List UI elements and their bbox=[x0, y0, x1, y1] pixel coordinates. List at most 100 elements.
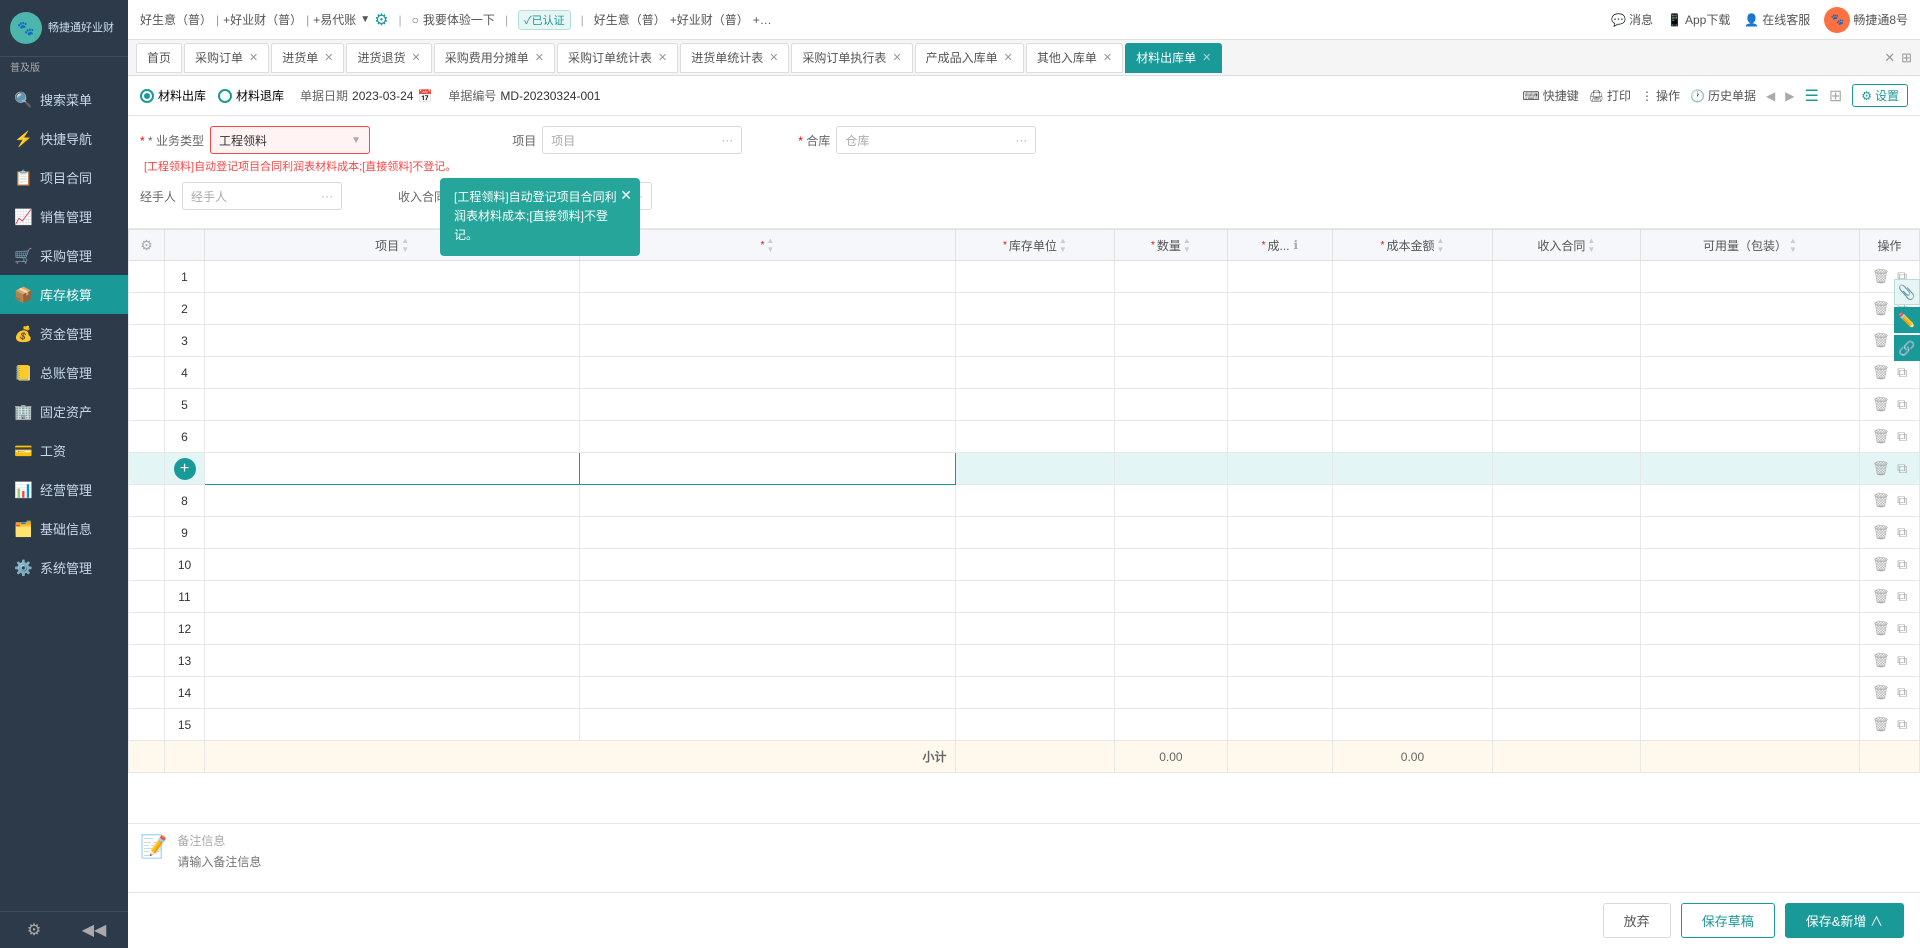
row-copy-btn-12[interactable]: ⧉ bbox=[1895, 618, 1909, 639]
topbar-user[interactable]: 🐾 畅捷通8号 bbox=[1824, 7, 1908, 33]
history-btn[interactable]: 🕐 历史单据 bbox=[1690, 87, 1756, 104]
add-row-btn[interactable]: + bbox=[174, 458, 196, 480]
row-13-quantity[interactable] bbox=[1115, 645, 1227, 677]
row-2-income-contract[interactable] bbox=[1492, 293, 1640, 325]
row-6-cost[interactable] bbox=[1227, 421, 1333, 453]
row-15-unit[interactable] bbox=[955, 709, 1115, 741]
row-12-available[interactable] bbox=[1640, 613, 1859, 645]
row-delete-btn-12[interactable]: 🗑 bbox=[1870, 618, 1892, 639]
tab-purchase-order-close[interactable]: ✕ bbox=[249, 51, 258, 64]
row-2-quantity[interactable] bbox=[1115, 293, 1227, 325]
row-9-quantity[interactable] bbox=[1115, 517, 1227, 549]
row-14-available[interactable] bbox=[1640, 677, 1859, 709]
row-9-cost-amount[interactable] bbox=[1333, 517, 1493, 549]
topbar-gear-icon[interactable]: ⚙ bbox=[374, 10, 388, 30]
sidebar-item-salary[interactable]: 💳工资 bbox=[0, 431, 128, 470]
tab-home[interactable]: 首页 bbox=[136, 43, 182, 73]
th-settings[interactable]: ⚙ bbox=[129, 230, 165, 261]
topbar-product-2[interactable]: +好业财（普） bbox=[670, 11, 749, 28]
right-float-btn-2[interactable]: 🔗 bbox=[1894, 335, 1920, 361]
row-13-unit[interactable] bbox=[955, 645, 1115, 677]
row-14-quantity[interactable] bbox=[1115, 677, 1227, 709]
row-14-cost-amount[interactable] bbox=[1333, 677, 1493, 709]
tab-goods-stats[interactable]: 进货单统计表 ✕ bbox=[680, 43, 789, 73]
row-5-cost-amount[interactable] bbox=[1333, 389, 1493, 421]
tab-product-in[interactable]: 产成品入库单 ✕ bbox=[915, 43, 1024, 73]
tab-order-exec-close[interactable]: ✕ bbox=[892, 51, 901, 64]
row-8-quantity[interactable] bbox=[1115, 485, 1227, 517]
row-4-project[interactable] bbox=[205, 357, 580, 389]
row-copy-btn-13[interactable]: ⧉ bbox=[1895, 650, 1909, 671]
save-draft-button[interactable]: 保存草稿 bbox=[1681, 903, 1775, 938]
project-input[interactable]: 项目 ··· bbox=[542, 126, 742, 154]
row-delete-btn-9[interactable]: 🗑 bbox=[1870, 522, 1892, 543]
row-7-income-contract[interactable] bbox=[1492, 453, 1640, 485]
row-8-material[interactable] bbox=[580, 485, 955, 517]
row-3-material[interactable] bbox=[580, 325, 955, 357]
row-7-cost[interactable] bbox=[1227, 453, 1333, 485]
row-1-material[interactable] bbox=[580, 261, 955, 293]
tooltip-close-btn[interactable]: ✕ bbox=[620, 184, 632, 206]
row-copy-btn-9[interactable]: ⧉ bbox=[1895, 522, 1909, 543]
row-copy-btn-15[interactable]: ⧉ bbox=[1895, 714, 1909, 735]
row-copy-btn-4[interactable]: ⧉ bbox=[1895, 362, 1909, 383]
tab-product-in-close[interactable]: ✕ bbox=[1004, 51, 1013, 64]
nav-prev-icon[interactable]: ◀ bbox=[1766, 89, 1775, 103]
row-delete-btn-5[interactable]: 🗑 bbox=[1870, 394, 1892, 415]
radio-material-return[interactable]: 材料退库 bbox=[218, 87, 284, 104]
row-13-material[interactable] bbox=[580, 645, 955, 677]
sidebar-item-purchase[interactable]: 🛒采购管理 bbox=[0, 236, 128, 275]
row-5-income-contract[interactable] bbox=[1492, 389, 1640, 421]
row-2-unit[interactable] bbox=[955, 293, 1115, 325]
tab-material-out-close[interactable]: ✕ bbox=[1202, 51, 1211, 64]
row-4-available[interactable] bbox=[1640, 357, 1859, 389]
topbar-message[interactable]: 💬 消息 bbox=[1611, 11, 1653, 28]
row-9-project[interactable] bbox=[205, 517, 580, 549]
row-9-available[interactable] bbox=[1640, 517, 1859, 549]
row-4-unit[interactable] bbox=[955, 357, 1115, 389]
row-13-cost[interactable] bbox=[1227, 645, 1333, 677]
row-copy-btn-14[interactable]: ⧉ bbox=[1895, 682, 1909, 703]
row-11-material[interactable] bbox=[580, 581, 955, 613]
row-10-cost-amount[interactable] bbox=[1333, 549, 1493, 581]
row-2-cost-amount[interactable] bbox=[1333, 293, 1493, 325]
row-10-available[interactable] bbox=[1640, 549, 1859, 581]
topbar-link-1[interactable]: +好业财（普） bbox=[223, 11, 302, 28]
row-11-unit[interactable] bbox=[955, 581, 1115, 613]
row-1-unit[interactable] bbox=[955, 261, 1115, 293]
row-11-cost-amount[interactable] bbox=[1333, 581, 1493, 613]
row-delete-btn-14[interactable]: 🗑 bbox=[1870, 682, 1892, 703]
row-11-available[interactable] bbox=[1640, 581, 1859, 613]
project-more-icon[interactable]: ··· bbox=[721, 133, 733, 147]
row-10-unit[interactable] bbox=[955, 549, 1115, 581]
row-12-cost-amount[interactable] bbox=[1333, 613, 1493, 645]
calendar-icon[interactable]: 📅 bbox=[417, 89, 432, 103]
row-8-available[interactable] bbox=[1640, 485, 1859, 517]
row-delete-btn-3[interactable]: 🗑 bbox=[1870, 330, 1892, 351]
business-type-input[interactable]: 工程领料 ▼ bbox=[210, 126, 370, 154]
row-5-quantity[interactable] bbox=[1115, 389, 1227, 421]
view-grid-icon[interactable]: ⊞ bbox=[1829, 86, 1842, 106]
row-13-available[interactable] bbox=[1640, 645, 1859, 677]
row-11-project[interactable] bbox=[205, 581, 580, 613]
row-4-cost-amount[interactable] bbox=[1333, 357, 1493, 389]
row-delete-btn-8[interactable]: 🗑 bbox=[1870, 490, 1892, 511]
date-value[interactable]: 2023-03-24 bbox=[352, 89, 413, 103]
row-15-available[interactable] bbox=[1640, 709, 1859, 741]
row-delete-btn-15[interactable]: 🗑 bbox=[1870, 714, 1892, 735]
row-15-material[interactable] bbox=[580, 709, 955, 741]
row-15-quantity[interactable] bbox=[1115, 709, 1227, 741]
operations-btn[interactable]: ⋮ 操作 bbox=[1641, 87, 1680, 104]
row-1-cost-amount[interactable] bbox=[1333, 261, 1493, 293]
row-9-material[interactable] bbox=[580, 517, 955, 549]
row-4-cost[interactable] bbox=[1227, 357, 1333, 389]
row-8-cost[interactable] bbox=[1227, 485, 1333, 517]
row-5-unit[interactable] bbox=[955, 389, 1115, 421]
row-5-available[interactable] bbox=[1640, 389, 1859, 421]
tab-close-all-icon[interactable]: ✕ bbox=[1884, 50, 1895, 66]
row-7-available[interactable] bbox=[1640, 453, 1859, 485]
print-btn[interactable]: 🖨 打印 bbox=[1589, 87, 1631, 104]
collapse-btn[interactable]: ◀◀ bbox=[68, 920, 120, 940]
row-10-quantity[interactable] bbox=[1115, 549, 1227, 581]
row-3-unit[interactable] bbox=[955, 325, 1115, 357]
